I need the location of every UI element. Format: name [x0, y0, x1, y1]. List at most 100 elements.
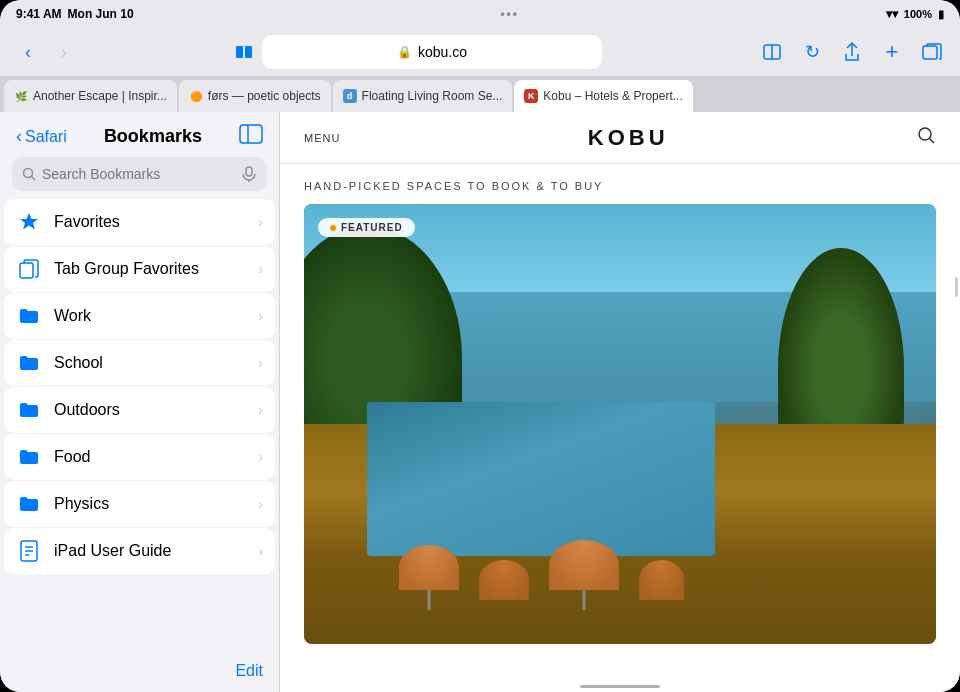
svg-line-8 — [32, 177, 36, 181]
svg-rect-11 — [20, 263, 33, 278]
ipad-user-guide-chevron-icon: › — [258, 543, 263, 559]
favorites-label: Favorites — [54, 213, 246, 231]
web-content: MENU KOBU HAND-PICKED SPACES TO BOOK & T… — [280, 112, 960, 692]
school-label: School — [54, 354, 246, 372]
website-navbar: MENU KOBU — [280, 112, 960, 164]
status-bar-right: ▾▾ 100% ▮ — [886, 7, 944, 21]
website-search-button[interactable] — [916, 125, 936, 150]
tab-group-favorites-chevron-icon: › — [258, 261, 263, 277]
browser-chrome: ‹ › 🔒 kobu.co — [0, 28, 960, 112]
hero-pool — [367, 402, 715, 556]
umbrella-4 — [639, 560, 684, 600]
ipad-user-guide-label: iPad User Guide — [54, 542, 246, 560]
search-input[interactable] — [42, 166, 235, 182]
website-logo: KOBU — [588, 125, 669, 151]
food-folder-icon — [16, 444, 42, 470]
web-scrollbar[interactable] — [580, 685, 660, 688]
toolbar-left: ‹ › — [12, 36, 80, 68]
food-chevron-icon: › — [258, 449, 263, 465]
safari-back-label: Safari — [25, 128, 67, 146]
physics-label: Physics — [54, 495, 246, 513]
food-label: Food — [54, 448, 246, 466]
svg-rect-0 — [236, 46, 243, 58]
bookmark-item-physics[interactable]: Physics › — [4, 481, 275, 527]
search-bar[interactable] — [12, 157, 267, 191]
bookmark-item-school[interactable]: School › — [4, 340, 275, 386]
work-folder-icon — [16, 303, 42, 329]
share-button[interactable] — [836, 36, 868, 68]
work-chevron-icon: › — [258, 308, 263, 324]
umbrella-2 — [479, 560, 529, 600]
status-date: Mon Jun 10 — [68, 7, 134, 21]
hero-umbrellas — [399, 545, 684, 600]
add-tab-button[interactable]: + — [876, 36, 908, 68]
hero-text: HAND-PICKED SPACES TO BOOK & TO BUY — [280, 164, 960, 204]
featured-dot — [330, 225, 336, 231]
ipad-frame: 9:41 AM Mon Jun 10 ••• ▾▾ 100% ▮ ‹ › — [0, 0, 960, 692]
outdoors-label: Outdoors — [54, 401, 246, 419]
website-body: HAND-PICKED SPACES TO BOOK & TO BUY — [280, 164, 960, 692]
back-chevron-icon: ‹ — [16, 126, 22, 147]
tab-0-favicon: 🌿 — [14, 89, 28, 103]
main-content: ‹ Safari Bookmarks — [0, 112, 960, 692]
school-chevron-icon: › — [258, 355, 263, 371]
work-label: Work — [54, 307, 246, 325]
website-menu-button[interactable]: MENU — [304, 132, 340, 144]
favorites-icon — [16, 209, 42, 235]
battery-icon: ▮ — [938, 8, 944, 21]
tab-3[interactable]: K Kobu – Hotels & Propert... — [514, 80, 692, 112]
physics-folder-icon — [16, 491, 42, 517]
tab-3-label: Kobu – Hotels & Propert... — [543, 89, 682, 103]
ipad-user-guide-icon — [16, 538, 42, 564]
bookmark-item-food[interactable]: Food › — [4, 434, 275, 480]
reader-mode-button[interactable] — [234, 35, 254, 69]
bookmark-list: Favorites › Tab Group Favorites › — [0, 199, 279, 650]
tab-2-label: Floating Living Room Se... — [362, 89, 503, 103]
tab-3-favicon: K — [524, 89, 538, 103]
bookmark-item-work[interactable]: Work › — [4, 293, 275, 339]
forward-button[interactable]: › — [48, 36, 80, 68]
tab-0-label: Another Escape | Inspir... — [33, 89, 167, 103]
airtab-button[interactable] — [756, 36, 788, 68]
umbrella-3 — [549, 540, 619, 590]
browser-toolbar: ‹ › 🔒 kobu.co — [0, 28, 960, 76]
outdoors-chevron-icon: › — [258, 402, 263, 418]
address-bar[interactable]: 🔒 kobu.co — [262, 35, 602, 69]
sidebar-panel-button[interactable] — [239, 124, 263, 149]
safari-back-button[interactable]: ‹ Safari — [16, 126, 67, 147]
svg-rect-5 — [240, 125, 262, 143]
sidebar: ‹ Safari Bookmarks — [0, 112, 280, 692]
tab-2-favicon: d — [343, 89, 357, 103]
umbrella-1 — [399, 545, 459, 590]
svg-line-16 — [929, 139, 934, 144]
tabs-overview-button[interactable] — [916, 36, 948, 68]
microphone-icon[interactable] — [241, 166, 257, 182]
reload-button[interactable]: ↻ — [796, 36, 828, 68]
toolbar-center: 🔒 kobu.co — [88, 35, 748, 69]
lock-icon: 🔒 — [397, 45, 412, 59]
battery-indicator: 100% — [904, 8, 932, 20]
sidebar-header: ‹ Safari Bookmarks — [0, 112, 279, 157]
address-url: kobu.co — [418, 44, 467, 60]
featured-label: FEATURED — [341, 222, 403, 233]
wifi-icon: ▾▾ — [886, 7, 898, 21]
back-button[interactable]: ‹ — [12, 36, 44, 68]
tab-0[interactable]: 🌿 Another Escape | Inspir... — [4, 80, 177, 112]
edit-button[interactable]: Edit — [235, 662, 263, 680]
bookmark-item-favorites[interactable]: Favorites › — [4, 199, 275, 245]
tab-1[interactable]: 🟠 førs — poetic objects — [179, 80, 331, 112]
search-icon — [22, 167, 36, 181]
tabs-bar: 🌿 Another Escape | Inspir... 🟠 førs — po… — [0, 76, 960, 112]
status-center-dots: ••• — [500, 7, 519, 21]
status-bar: 9:41 AM Mon Jun 10 ••• ▾▾ 100% ▮ — [0, 0, 960, 28]
svg-rect-1 — [245, 46, 252, 58]
bookmark-item-tab-group-favorites[interactable]: Tab Group Favorites › — [4, 246, 275, 292]
sidebar-title: Bookmarks — [77, 126, 229, 147]
tab-group-favorites-icon — [16, 256, 42, 282]
favorites-chevron-icon: › — [258, 214, 263, 230]
tab-2[interactable]: d Floating Living Room Se... — [333, 80, 513, 112]
status-bar-center: ••• — [500, 7, 519, 21]
bookmark-item-outdoors[interactable]: Outdoors › — [4, 387, 275, 433]
svg-point-7 — [24, 169, 33, 178]
bookmark-item-ipad-user-guide[interactable]: iPad User Guide › — [4, 528, 275, 574]
